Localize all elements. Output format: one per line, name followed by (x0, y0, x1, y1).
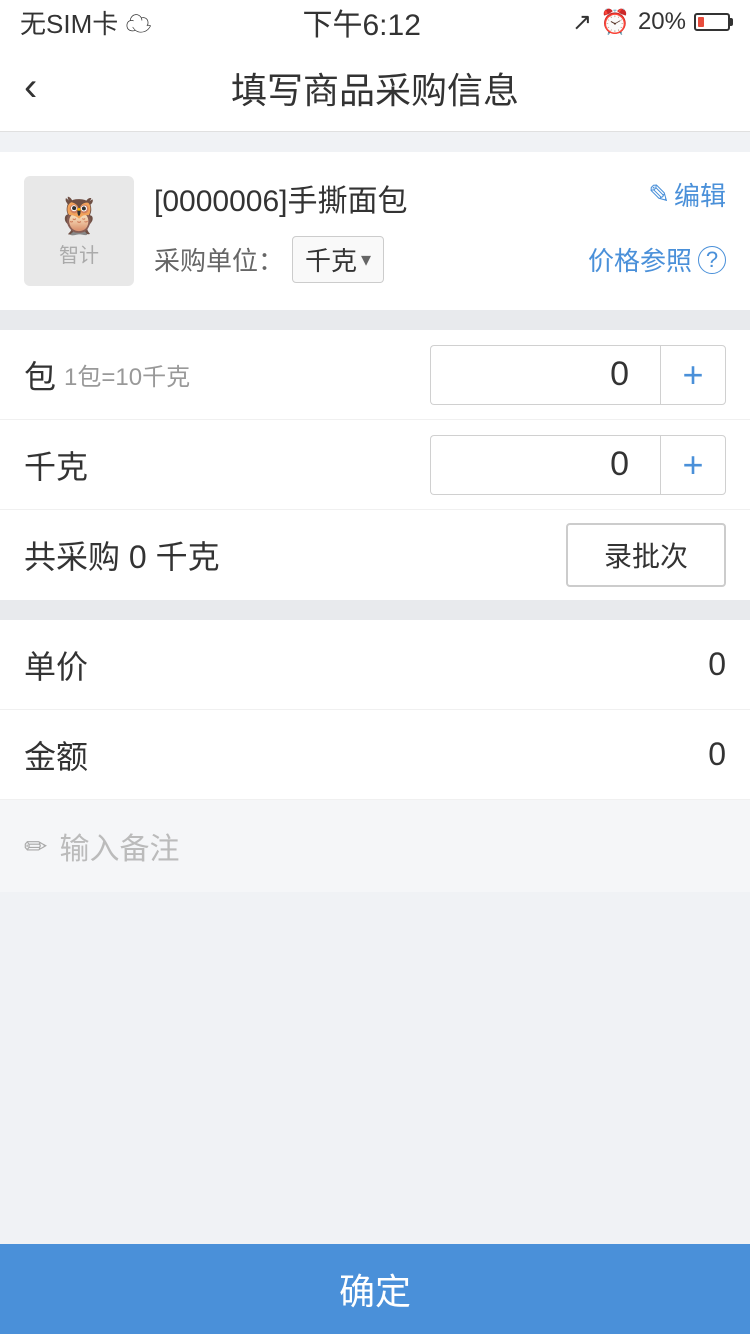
pencil-icon: ✏ (24, 830, 47, 863)
alarm-icon: ⏰ (600, 8, 630, 37)
back-arrow-icon: ‹ (24, 65, 37, 110)
total-amount: 0 (129, 539, 156, 575)
product-card: 🦉 智计 [0000006]手撕面包 ✎ 编辑 采购单位： 千克 ▾ 价格参照 … (0, 152, 750, 310)
thumb-text: 智计 (59, 239, 99, 268)
batch-button[interactable]: 录批次 (566, 523, 726, 587)
status-bar: 无SIM卡 ☁ 下午6:12 ↗ ⏰ 20% (0, 0, 750, 44)
unit-value: 千克 (305, 241, 357, 278)
product-unit-row: 采购单位： 千克 ▾ 价格参照 ? (154, 236, 726, 283)
status-right: ↗ ⏰ 20% (572, 8, 730, 37)
amount-row: 金额 0 (0, 710, 750, 800)
thumb-inner: 🦉 智计 (57, 195, 102, 268)
content-area (0, 892, 750, 1252)
unit-label: 采购单位： (154, 241, 284, 278)
battery-percent: 20% (638, 8, 686, 36)
product-thumbnail: 🦉 智计 (24, 176, 134, 286)
product-name: [0000006]手撕面包 (154, 176, 407, 220)
batch-label: 录批次 (604, 535, 688, 575)
note-row[interactable]: ✏ 输入备注 (0, 800, 750, 892)
price-ref-label: 价格参照 (588, 241, 692, 278)
product-name-row: [0000006]手撕面包 ✎ 编辑 (154, 176, 726, 220)
unit-price-row: 单价 0 (0, 620, 750, 710)
dropdown-arrow-icon: ▾ (361, 247, 371, 272)
bag-plus-button[interactable]: + (660, 345, 726, 405)
unit-select[interactable]: 千克 ▾ (292, 236, 384, 283)
bag-plus-icon: + (682, 354, 703, 396)
battery-icon (694, 13, 730, 31)
bag-label: 包 (24, 352, 56, 398)
kg-label: 千克 (24, 442, 88, 488)
location-icon: ↗ (572, 8, 592, 37)
confirm-label: 确定 (339, 1263, 411, 1315)
product-info: [0000006]手撕面包 ✎ 编辑 采购单位： 千克 ▾ 价格参照 ? (154, 176, 726, 283)
back-button[interactable]: ‹ (24, 65, 37, 110)
total-text: 共采购 0 千克 (24, 532, 566, 578)
sim-status: 无SIM卡 ☁ (20, 4, 151, 41)
kg-plus-icon: + (682, 444, 703, 486)
kg-plus-button[interactable]: + (660, 435, 726, 495)
price-ref-info-icon: ? (698, 246, 726, 274)
owl-icon: 🦉 (57, 195, 102, 237)
bag-input[interactable] (430, 345, 660, 405)
page-title: 填写商品采购信息 (231, 62, 519, 114)
bag-sublabel: 1包=10千克 (64, 357, 430, 392)
amount-value: 0 (708, 736, 726, 773)
kg-input-row: 千克 + (0, 420, 750, 510)
amount-label: 金额 (24, 732, 708, 778)
total-unit: 千克 (156, 539, 220, 575)
unit-left: 采购单位： 千克 ▾ (154, 236, 384, 283)
confirm-button[interactable]: 确定 (0, 1244, 750, 1334)
kg-input[interactable] (430, 435, 660, 495)
bag-input-right: + (430, 345, 726, 405)
total-row: 共采购 0 千克 录批次 (0, 510, 750, 600)
section-divider-2 (0, 600, 750, 620)
status-left: 无SIM卡 ☁ (20, 4, 151, 41)
note-placeholder: 输入备注 (59, 824, 179, 868)
edit-label: 编辑 (674, 176, 726, 213)
total-label: 共采购 (24, 539, 129, 575)
unit-price-value: 0 (708, 646, 726, 683)
unit-price-label: 单价 (24, 642, 708, 688)
price-ref-button[interactable]: 价格参照 ? (588, 241, 726, 278)
nav-bar: ‹ 填写商品采购信息 (0, 44, 750, 132)
edit-icon: ✎ (648, 179, 670, 210)
status-time: 下午6:12 (303, 0, 421, 44)
section-divider-1 (0, 310, 750, 330)
kg-input-right: + (430, 435, 726, 495)
bag-input-row: 包 1包=10千克 + (0, 330, 750, 420)
edit-button[interactable]: ✎ 编辑 (648, 176, 726, 213)
